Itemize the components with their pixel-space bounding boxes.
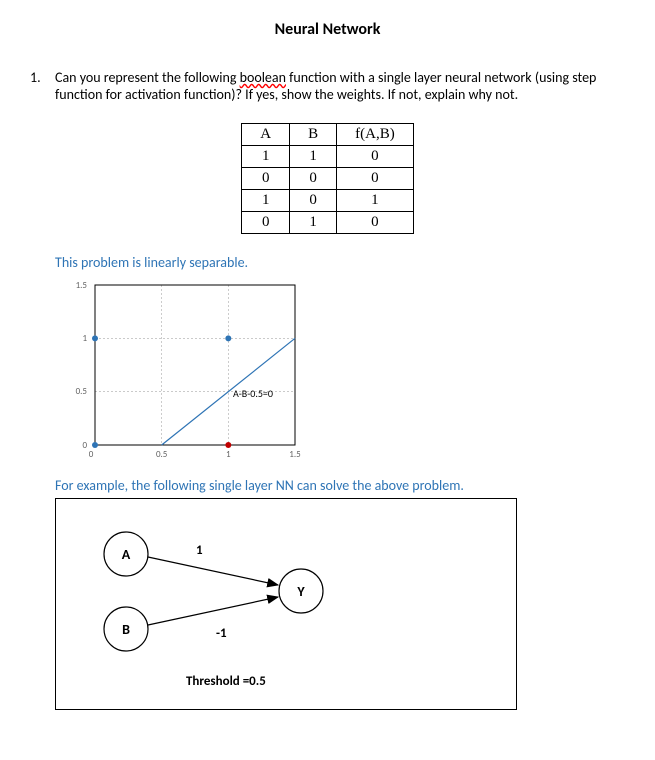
svg-text:0.5: 0.5 <box>76 386 88 397</box>
th-B: B <box>290 124 337 146</box>
question-number: 1. <box>30 69 55 103</box>
line-label: A-B-0.5=0 <box>233 387 273 400</box>
svg-text:1: 1 <box>82 333 87 344</box>
table-row: 110 <box>242 146 413 168</box>
svg-text:0: 0 <box>89 449 94 460</box>
svg-text:B: B <box>122 621 130 638</box>
q-underlined: boolean <box>240 69 286 86</box>
svg-text:1: 1 <box>196 543 203 558</box>
question-text: Can you represent the following boolean … <box>55 69 625 103</box>
svg-text:0: 0 <box>82 440 87 451</box>
page-title: Neural Network <box>30 20 625 39</box>
table-row: 010 <box>242 212 413 234</box>
svg-text:A: A <box>122 546 131 563</box>
nn-diagram: A B Y 1 -1 Threshold =0.5 <box>55 498 517 710</box>
svg-text:1.5: 1.5 <box>289 449 301 460</box>
th-f: f(A,B) <box>337 124 414 146</box>
th-A: A <box>242 124 290 146</box>
svg-text:1.5: 1.5 <box>76 280 88 291</box>
answer-line-1: This problem is linearly separable. <box>55 254 625 271</box>
svg-text:Y: Y <box>296 583 305 600</box>
table-row: 101 <box>242 190 413 212</box>
answer-line-2: For example, the following single layer … <box>55 477 625 494</box>
svg-text:0.5: 0.5 <box>156 449 168 460</box>
q-text-before: Can you represent the following <box>55 69 240 86</box>
threshold-label: Threshold =0.5 <box>186 674 266 689</box>
truth-table: A B f(A,B) 110 000 101 010 <box>241 123 413 234</box>
question-1: 1. Can you represent the following boole… <box>30 69 625 103</box>
svg-text:-1: -1 <box>216 626 227 641</box>
table-row: 000 <box>242 168 413 190</box>
table-header-row: A B f(A,B) <box>242 124 413 146</box>
svg-text:1: 1 <box>226 449 231 460</box>
separability-plot: A-B-0.5=0 0 0.5 1 1.5 0 0.5 1 1.5 <box>55 275 625 469</box>
